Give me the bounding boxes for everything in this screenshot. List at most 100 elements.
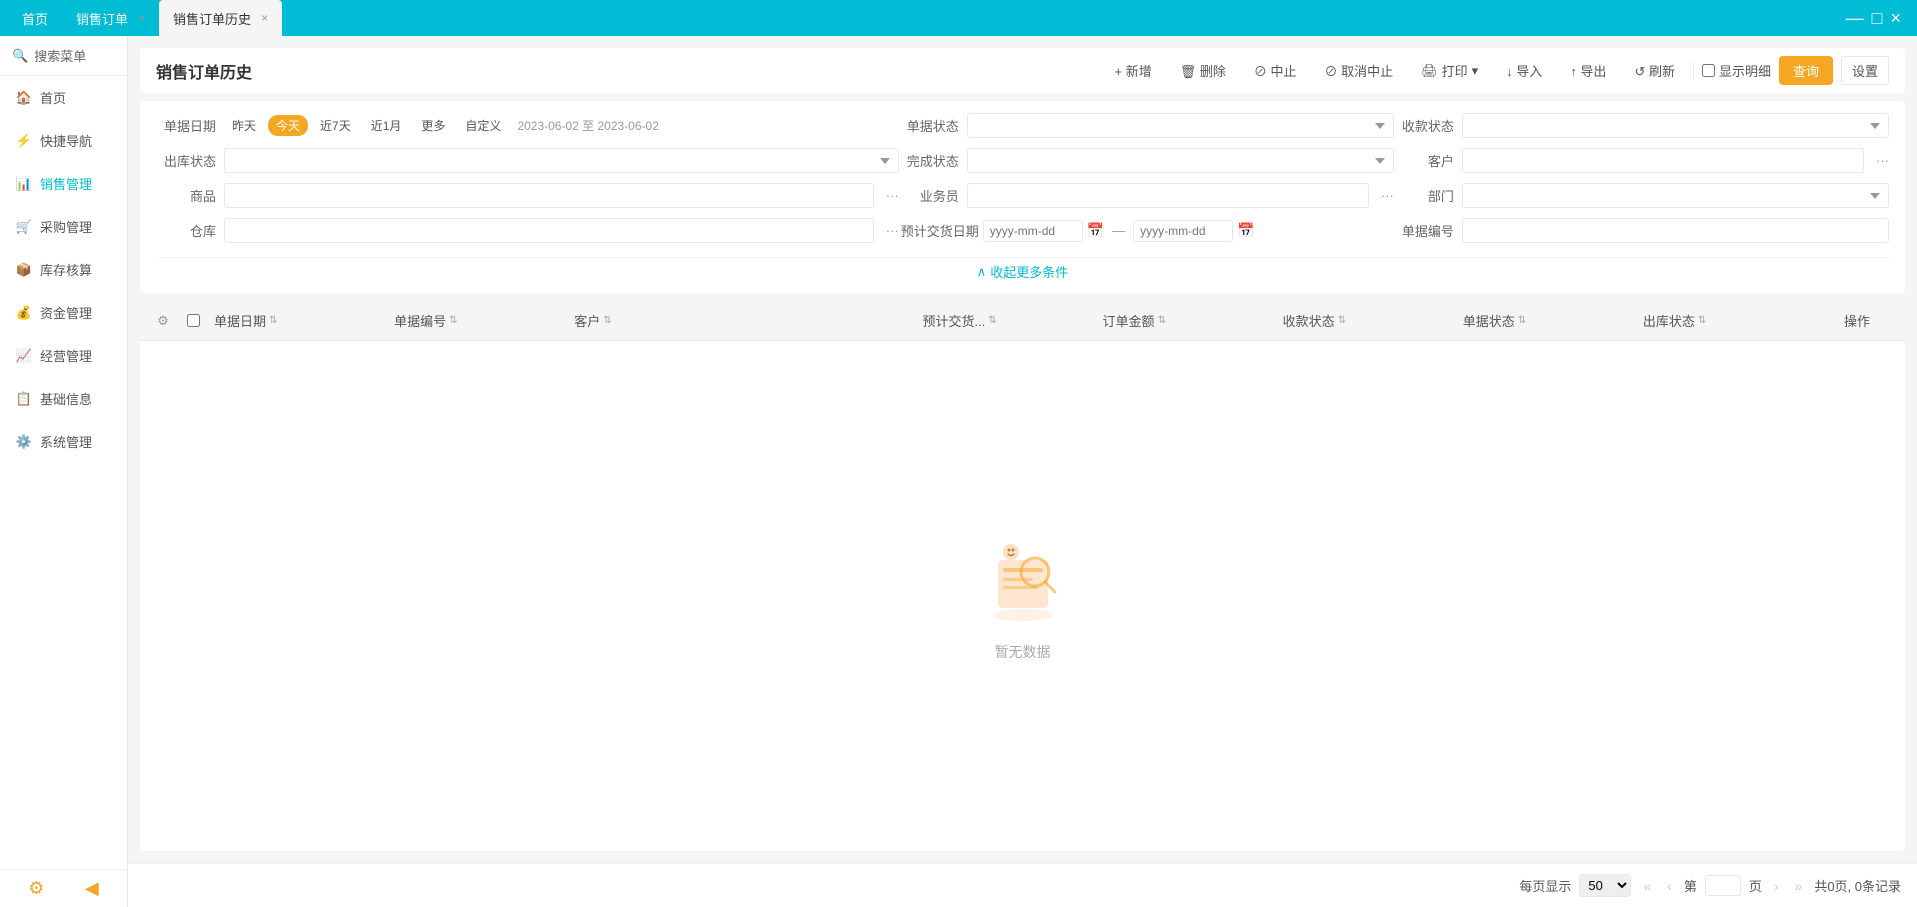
product-input[interactable] [224, 183, 874, 208]
warehouse-input[interactable] [224, 218, 874, 243]
calendar-to-icon[interactable]: 📅 [1237, 222, 1254, 239]
sidebar-settings-button[interactable]: ⚙ [28, 878, 44, 899]
date-tag-custom[interactable]: 自定义 [457, 115, 509, 136]
order-status-select[interactable] [967, 113, 1394, 138]
tab-sales-order-history-close[interactable]: × [261, 11, 268, 25]
print-dropdown-icon: ▾ [1472, 63, 1479, 79]
table-settings-icon[interactable]: ⚙ [148, 313, 178, 329]
minimize-button[interactable]: — [1846, 9, 1864, 27]
sidebar-item-quick-nav-label: 快捷导航 [40, 131, 92, 150]
maximize-button[interactable]: □ [1872, 9, 1883, 27]
th-amount[interactable]: 订单金额 ⇅ [1097, 303, 1277, 338]
order-no-field: 单据编号 [1394, 218, 1889, 243]
th-order-status[interactable]: 单据状态 ⇅ [1457, 303, 1637, 338]
date-tag-7days[interactable]: 近7天 [312, 115, 359, 136]
payment-status-select[interactable] [1462, 113, 1889, 138]
sidebar-item-basic-info[interactable]: 📋 基础信息 [0, 377, 127, 420]
system-icon: ⚙️ [16, 434, 32, 450]
sidebar-item-finance-label: 资金管理 [40, 303, 92, 322]
refresh-button[interactable]: ↺ 刷新 [1624, 57, 1685, 84]
toolbar-divider [1693, 62, 1694, 80]
salesperson-input[interactable] [967, 183, 1369, 208]
th-delivery-status-label: 出库状态 [1643, 311, 1695, 330]
th-payment-status[interactable]: 收款状态 ⇅ [1277, 303, 1457, 338]
sidebar-search[interactable]: 🔍 搜索菜单 [0, 36, 127, 76]
export-button[interactable]: ↑ 导出 [1560, 57, 1616, 84]
page-label: 第 [1684, 876, 1697, 895]
delivery-date-to[interactable] [1133, 220, 1233, 242]
completion-status-select[interactable] [967, 148, 1394, 173]
sidebar-item-system-label: 系统管理 [40, 432, 92, 451]
prev-page-button[interactable]: ‹ [1663, 876, 1676, 896]
show-detail-checkbox[interactable] [1702, 64, 1715, 77]
calendar-from-icon[interactable]: 📅 [1087, 222, 1104, 239]
department-select[interactable] [1462, 183, 1889, 208]
filter-row-2: 出库状态 完成状态 客户 ··· [156, 148, 1889, 173]
th-payment-status-label: 收款状态 [1283, 311, 1335, 330]
warehouse-field: 仓库 ··· [156, 218, 899, 243]
show-detail-label[interactable]: 显示明细 [1702, 61, 1771, 80]
delivery-date-from[interactable] [983, 220, 1083, 242]
tab-sales-order[interactable]: 销售订单 × [62, 0, 159, 36]
query-button[interactable]: 查询 [1779, 56, 1833, 85]
sidebar-item-operations[interactable]: 📈 经营管理 [0, 334, 127, 377]
salesperson-dots[interactable]: ··· [1381, 188, 1394, 203]
tab-home[interactable]: 首页 [8, 0, 62, 36]
tab-sales-order-label: 销售订单 [76, 9, 128, 28]
delivery-status-select[interactable] [224, 148, 899, 173]
print-icon: 🖨 [1421, 63, 1438, 79]
warehouse-dots[interactable]: ··· [886, 223, 899, 238]
th-amount-label: 订单金额 [1103, 311, 1155, 330]
th-no[interactable]: 单据编号 ⇅ [388, 303, 568, 338]
delete-button[interactable]: 🗑 删除 [1170, 57, 1236, 84]
th-no-label: 单据编号 [394, 311, 446, 330]
warehouse-label: 仓库 [156, 221, 216, 240]
import-button[interactable]: ↓ 导入 [1496, 57, 1552, 84]
date-filter-label: 单据日期 [156, 116, 216, 135]
print-button[interactable]: 🖨 打印 ▾ [1411, 57, 1488, 84]
completion-status-field: 完成状态 [899, 148, 1394, 173]
sidebar-item-sales[interactable]: 📊 销售管理 [0, 162, 127, 205]
table-select-all[interactable] [178, 314, 208, 327]
sidebar-item-home[interactable]: 🏠 首页 [0, 76, 127, 119]
sidebar-item-quick-nav[interactable]: ⚡ 快捷导航 [0, 119, 127, 162]
close-window-button[interactable]: × [1890, 9, 1901, 27]
sidebar-item-finance[interactable]: 💰 资金管理 [0, 291, 127, 334]
last-page-button[interactable]: » [1791, 876, 1807, 896]
collapse-bar[interactable]: ∧ 收起更多条件 [156, 257, 1889, 281]
customer-input[interactable] [1462, 148, 1864, 173]
new-button[interactable]: + 新增 [1105, 57, 1162, 84]
tab-sales-order-close[interactable]: × [138, 11, 145, 25]
page-size-select[interactable]: 10 20 50 100 [1579, 874, 1631, 897]
th-date[interactable]: 单据日期 ⇅ [208, 303, 388, 338]
payment-status-field: 收款状态 [1394, 113, 1889, 138]
stop-button[interactable]: ⊘ 中止 [1244, 57, 1307, 84]
sidebar-collapse-button[interactable]: ◀ [85, 878, 99, 899]
th-customer[interactable]: 客户 ⇅ [568, 303, 916, 338]
order-no-input[interactable] [1462, 218, 1889, 243]
sidebar-item-purchase[interactable]: 🛒 采购管理 [0, 205, 127, 248]
sidebar-item-operations-label: 经营管理 [40, 346, 92, 365]
th-delivery[interactable]: 预计交货... ⇅ [916, 303, 1096, 338]
empty-illustration [973, 530, 1073, 630]
current-page-input[interactable]: 1 [1705, 875, 1741, 896]
next-page-button[interactable]: › [1770, 876, 1783, 896]
select-all-checkbox[interactable] [187, 314, 200, 327]
date-tag-today[interactable]: 今天 [268, 115, 308, 136]
date-tag-more[interactable]: 更多 [413, 115, 453, 136]
product-dots[interactable]: ··· [886, 188, 899, 203]
date-tag-1month[interactable]: 近1月 [363, 115, 410, 136]
date-tag-yesterday[interactable]: 昨天 [224, 115, 264, 136]
tab-home-label: 首页 [22, 9, 48, 28]
cancel-stop-button[interactable]: ⊘ 取消中止 [1315, 57, 1404, 84]
th-delivery-status[interactable]: 出库状态 ⇅ [1637, 303, 1817, 338]
settings-button[interactable]: 设置 [1841, 56, 1889, 85]
tab-sales-order-history[interactable]: 销售订单历史 × [159, 0, 282, 36]
sidebar-item-inventory[interactable]: 📦 库存核算 [0, 248, 127, 291]
customer-dots[interactable]: ··· [1876, 153, 1889, 168]
sidebar-item-system[interactable]: ⚙️ 系统管理 [0, 420, 127, 463]
sidebar-item-sales-label: 销售管理 [40, 174, 92, 193]
first-page-button[interactable]: « [1639, 876, 1655, 896]
search-icon: 🔍 [12, 48, 28, 64]
th-order-status-sort: ⇅ [1518, 315, 1526, 326]
